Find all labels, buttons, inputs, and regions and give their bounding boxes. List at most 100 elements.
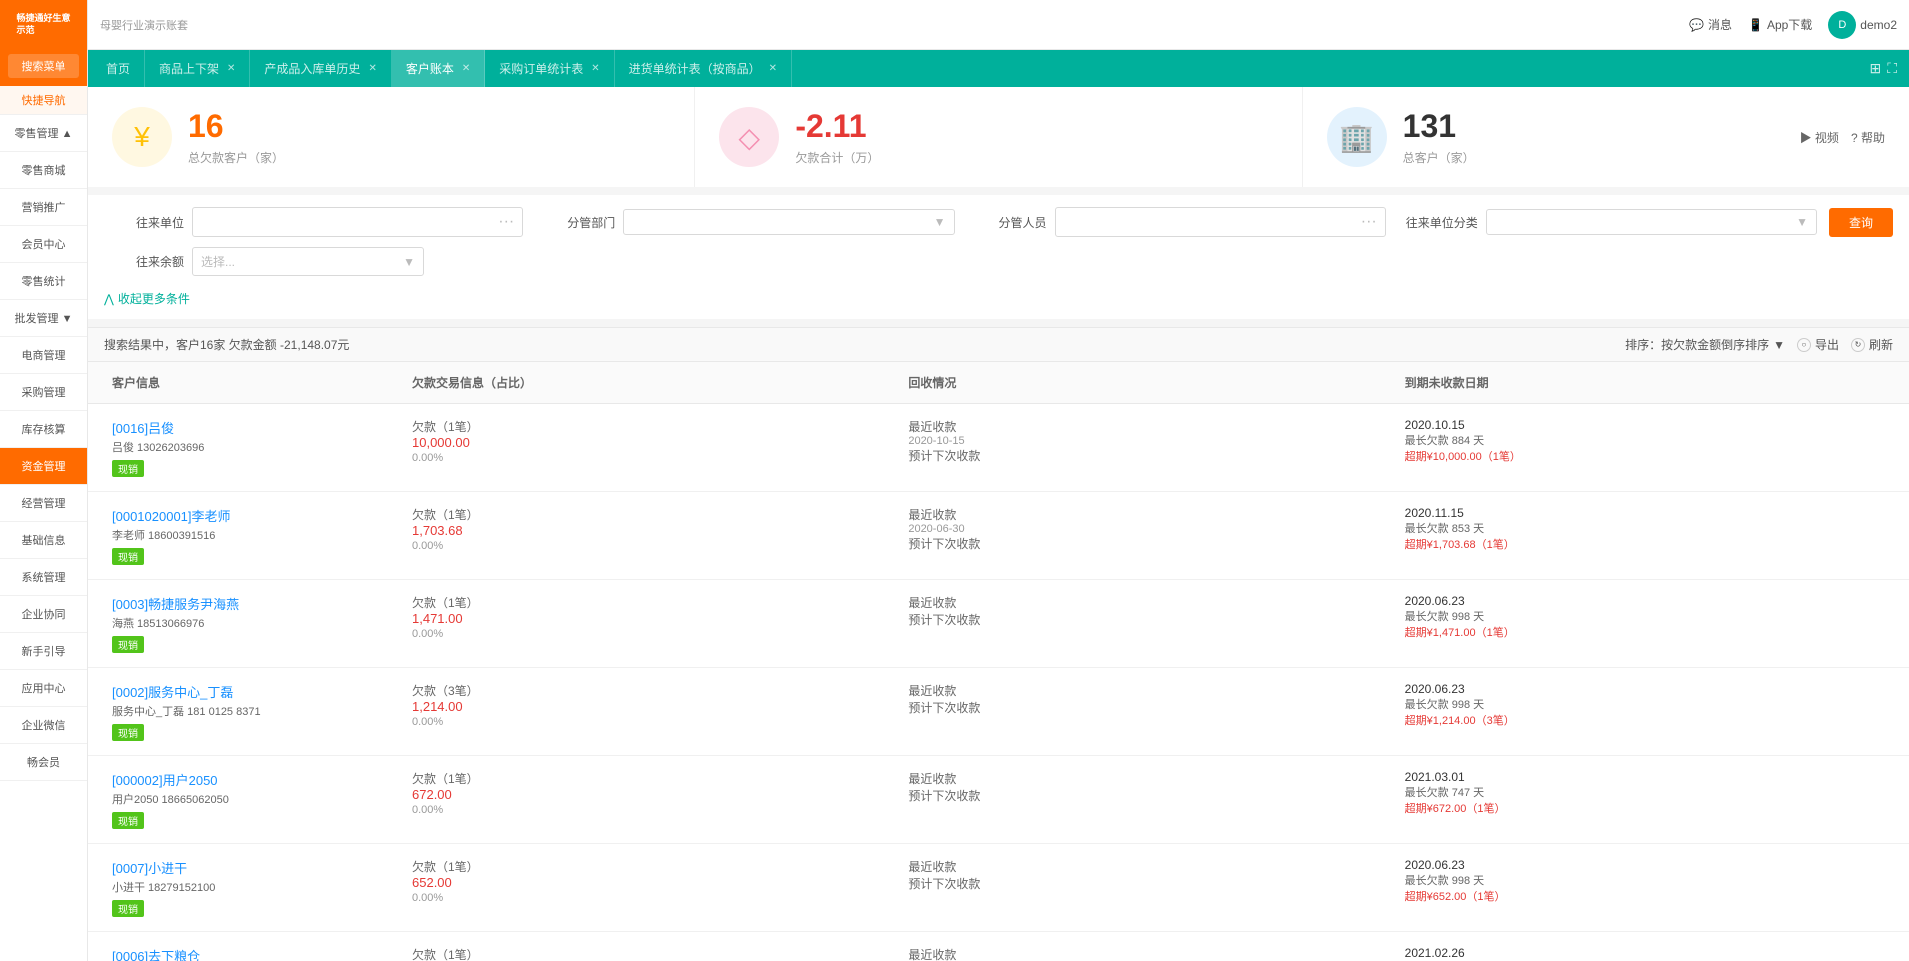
cell-recovery-4: 最近收款 预计下次收款 [900, 766, 1396, 808]
tab-purchase-stat[interactable]: 进货单统计表（按商品） ✕ [615, 50, 792, 87]
debt-amount-3: 1,214.00 [412, 699, 892, 714]
sidebar-item-member[interactable]: 会员中心 [0, 226, 87, 263]
debt-count-1: 欠款（1笔） [412, 506, 892, 523]
customer-name-link-3[interactable]: [0002]服务中心_丁磊 [112, 685, 233, 700]
sidebar-item-ecommerce[interactable]: 电商管理 [0, 337, 87, 374]
sidebar-item-retail-stat[interactable]: 零售统计 [0, 263, 87, 300]
main-area: 母婴行业演示账套 💬 消息 📱 App下载 D demo2 首页 商品上下架 ✕ [88, 0, 1909, 961]
sidebar-item-marketing[interactable]: 营销推广 [0, 189, 87, 226]
expand-icon: ▲ [62, 128, 73, 140]
sidebar-item-label: 应用中心 [22, 683, 66, 695]
collapse-button[interactable]: ⋀ 收起更多条件 [104, 290, 1893, 307]
topbar-right: 💬 消息 📱 App下载 D demo2 [1689, 11, 1897, 39]
sidebar-item-changhuiyuan[interactable]: 畅会员 [0, 744, 87, 781]
customer-name-link-6[interactable]: [0006]去下粮仓 [112, 949, 200, 961]
mobile-icon: 📱 [1748, 18, 1763, 32]
sidebar-item-base-info[interactable]: 基础信息 [0, 522, 87, 559]
customer-name-link-5[interactable]: [0007]小进干 [112, 861, 187, 876]
customer-sub-1: 李老师 18600391516 [112, 527, 396, 543]
sidebar-item-label: 零售统计 [22, 276, 66, 288]
customer-name-link-4[interactable]: [000002]用户2050 [112, 773, 218, 788]
due-date-6: 2021.02.26 [1405, 946, 1885, 960]
sort-selector[interactable]: 排序：按欠款金额倒序排序 ▼ [1625, 336, 1785, 353]
logo-line2: 示范 [16, 25, 70, 37]
user-avatar[interactable]: D demo2 [1828, 11, 1897, 39]
next-collect-0: 预计下次收款 [908, 447, 1388, 464]
col-header-due-date: 到期未收款日期 [1397, 370, 1893, 395]
overdue-days-3: 最长欠款 998 天 [1405, 696, 1885, 712]
filter-dropdown-category[interactable]: ▼ [1486, 209, 1817, 235]
overdue-amount-5[interactable]: 超期¥652.00（1笔） [1405, 888, 1885, 904]
tab-fullscreen-icon[interactable]: ⛶ [1887, 60, 1897, 77]
app-download-button[interactable]: 📱 App下载 [1748, 16, 1812, 33]
refresh-button[interactable]: ↻ 刷新 [1851, 336, 1893, 353]
tab-home[interactable]: 首页 [92, 50, 145, 87]
debt-count-6: 欠款（1笔） [412, 946, 892, 961]
tab-close-icon[interactable]: ✕ [227, 63, 235, 74]
overdue-amount-4[interactable]: 超期¥672.00（1笔） [1405, 800, 1885, 816]
sidebar-item-corp-wechat[interactable]: 企业微信 [0, 707, 87, 744]
sidebar-item-retail-mall[interactable]: 零售商城 [0, 152, 87, 189]
sidebar-item-enterprise[interactable]: 企业协同 [0, 596, 87, 633]
customer-name-link-0[interactable]: [0016]吕俊 [112, 421, 174, 436]
sidebar-item-operations[interactable]: 经营管理 [0, 485, 87, 522]
sidebar-search-section: 搜索菜单 [0, 50, 87, 86]
debt-count-2: 欠款（1笔） [412, 594, 892, 611]
video-button[interactable]: ▶ 视频 [1800, 129, 1839, 146]
export-icon: ○ [1797, 338, 1811, 352]
due-date-0: 2020.10.15 [1405, 418, 1885, 432]
sidebar-item-newcomer[interactable]: 新手引导 [0, 633, 87, 670]
customer-sub-5: 小进干 18279152100 [112, 879, 396, 895]
cell-due-4: 2021.03.01 最长欠款 747 天 超期¥672.00（1笔） [1397, 766, 1893, 820]
debt-total-label: 欠款合计（万） [795, 149, 1277, 166]
sidebar-item-purchase[interactable]: 采购管理 [0, 374, 87, 411]
app-logo: 畅捷通好生意 示范 [0, 0, 87, 50]
chevron-down-icon: ▼ [1796, 215, 1808, 229]
filter-item-category: 往来单位分类 ▼ [1398, 209, 1817, 235]
tab-product-history[interactable]: 产成品入库单历史 ✕ [250, 50, 391, 87]
filter-input-manager[interactable]: ··· [1055, 207, 1386, 237]
overdue-amount-1[interactable]: 超期¥1,703.68（1笔） [1405, 536, 1885, 552]
message-button[interactable]: 💬 消息 [1689, 16, 1732, 33]
tab-products-offline[interactable]: 商品上下架 ✕ [145, 50, 250, 87]
search-menu-button[interactable]: 搜索菜单 [8, 54, 79, 78]
overdue-amount-3[interactable]: 超期¥1,214.00（3笔） [1405, 712, 1885, 728]
tab-customer-account[interactable]: 客户账本 ✕ [392, 50, 485, 87]
sidebar-item-inventory[interactable]: 库存核算 [0, 411, 87, 448]
filter-input-unit[interactable]: ··· [192, 207, 523, 237]
sidebar-item-label: 系统管理 [22, 572, 66, 584]
tab-close-icon[interactable]: ✕ [591, 63, 599, 74]
tab-close-icon[interactable]: ✕ [368, 63, 376, 74]
overdue-days-1: 最长欠款 853 天 [1405, 520, 1885, 536]
customer-name-link-2[interactable]: [0003]畅捷服务尹海燕 [112, 597, 239, 612]
overdue-days-5: 最长欠款 998 天 [1405, 872, 1885, 888]
stat-card-debt-customers: ¥ 16 总欠款客户（家） [88, 87, 695, 187]
page-content: ¥ 16 总欠款客户（家） ◇ -2.11 欠款合计（万） 🏢 [88, 87, 1909, 961]
customer-tag-1: 现销 [112, 548, 144, 565]
overdue-amount-0[interactable]: 超期¥10,000.00（1笔） [1405, 448, 1885, 464]
search-button[interactable]: 查询 [1829, 208, 1893, 237]
tab-close-icon[interactable]: ✕ [769, 63, 777, 74]
table-row: [000002]用户2050 用户2050 18665062050 现销 欠款（… [88, 756, 1909, 844]
help-button[interactable]: ? 帮助 [1851, 129, 1885, 146]
tab-close-icon[interactable]: ✕ [462, 63, 470, 74]
customer-tag-4: 现销 [112, 812, 144, 829]
sidebar-item-system[interactable]: 系统管理 [0, 559, 87, 596]
filter-dropdown-balance[interactable]: 选择... ▼ [192, 247, 424, 276]
filter-label-unit: 往来单位 [104, 214, 184, 231]
export-button[interactable]: ○ 导出 [1797, 336, 1839, 353]
filter-dropdown-dept[interactable]: ▼ [623, 209, 954, 235]
sidebar-item-capital[interactable]: 资金管理 [0, 448, 87, 485]
tab-purchase-order-label: 采购订单统计表 [499, 60, 583, 77]
tab-purchase-order[interactable]: 采购订单统计表 ✕ [485, 50, 614, 87]
due-date-5: 2020.06.23 [1405, 858, 1885, 872]
tab-window-icon[interactable]: ⊞ [1869, 60, 1881, 77]
overdue-amount-2[interactable]: 超期¥1,471.00（1笔） [1405, 624, 1885, 640]
cell-customer-4: [000002]用户2050 用户2050 18665062050 现销 [104, 766, 404, 833]
sidebar-item-label: 畅会员 [27, 757, 60, 769]
customer-name-link-1[interactable]: [0001020001]李老师 [112, 509, 231, 524]
sidebar-item-batch-mgmt[interactable]: 批发管理 ▼ [0, 300, 87, 337]
sidebar-item-app-center[interactable]: 应用中心 [0, 670, 87, 707]
sidebar-item-retail-mgmt[interactable]: 零售管理 ▲ [0, 115, 87, 152]
sidebar-item-label: 经营管理 [22, 498, 66, 510]
